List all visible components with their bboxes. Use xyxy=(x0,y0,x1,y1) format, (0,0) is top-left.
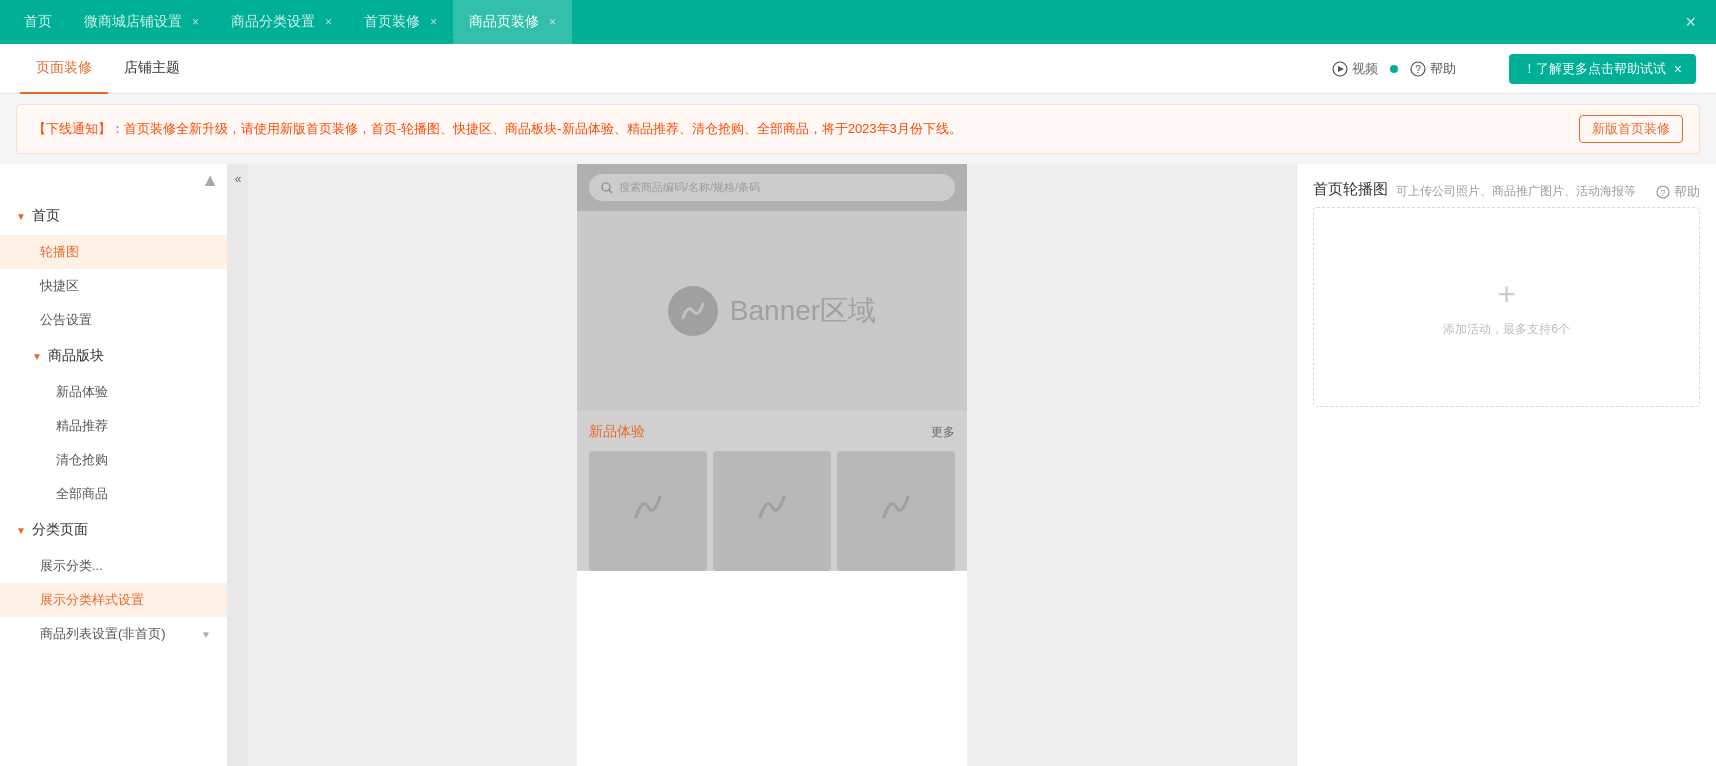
tab-store-theme[interactable]: 店铺主题 xyxy=(108,44,196,94)
collapse-left-icon: « xyxy=(235,172,242,186)
close-store-settings-icon[interactable]: × xyxy=(192,15,199,29)
product-icon-1 xyxy=(628,487,668,536)
global-close-button[interactable]: × xyxy=(1673,12,1708,33)
close-home-decoration-icon[interactable]: × xyxy=(430,15,437,29)
top-navigation: 首页 微商城店铺设置 × 商品分类设置 × 首页装修 × 商品页装修 × × xyxy=(0,0,1716,44)
banner-area-text: Banner区域 xyxy=(730,292,876,330)
preview-search-bar: 搜索商品编码/名称/规格/条码 xyxy=(577,164,967,211)
sidebar-item-show-category[interactable]: 展示分类... xyxy=(0,549,227,583)
left-sidebar: ▲ ▼ 首页 轮播图 快捷区 公告设置 ▼ 商品版块 新品体验 精品推荐 清仓抢… xyxy=(0,164,228,766)
tab-page-decoration[interactable]: 页面装修 xyxy=(20,44,108,94)
sidebar-item-clearance[interactable]: 清仓抢购 xyxy=(0,443,227,477)
banner-logo-icon xyxy=(668,286,718,336)
center-preview: 搜索商品编码/名称/规格/条码 Banner区域 xyxy=(248,164,1296,766)
nav-tab-product-decoration[interactable]: 商品页装修 × xyxy=(453,0,572,44)
product-icon-2 xyxy=(752,487,792,536)
svg-marker-1 xyxy=(1338,66,1344,72)
right-panel-subtitle: 可上传公司照片、商品推广图片、活动海报等 xyxy=(1396,183,1636,200)
nav-tab-category-settings[interactable]: 商品分类设置 × xyxy=(215,0,348,44)
svg-text:?: ? xyxy=(1660,188,1665,198)
new-version-button[interactable]: 新版首页装修 xyxy=(1579,115,1683,143)
sidebar-section-product-label: 商品版块 xyxy=(48,347,104,365)
right-help-button[interactable]: ? 帮助 xyxy=(1656,183,1700,201)
sidebar-item-new-experience[interactable]: 新品体验 xyxy=(0,375,227,409)
video-icon[interactable]: 视频 xyxy=(1332,60,1378,78)
preview-phone: 搜索商品编码/名称/规格/条码 Banner区域 xyxy=(577,164,967,766)
sidebar-collapse-button[interactable]: « xyxy=(228,164,248,766)
sidebar-item-featured[interactable]: 精品推荐 xyxy=(0,409,227,443)
main-content: ▲ ▼ 首页 轮播图 快捷区 公告设置 ▼ 商品版块 新品体验 精品推荐 清仓抢… xyxy=(0,164,1716,766)
sidebar-section-category[interactable]: ▼ 分类页面 xyxy=(0,511,227,549)
help-banner: ！了解更多点击帮助试试 × xyxy=(1509,54,1696,84)
preview-search-input: 搜索商品编码/名称/规格/条码 xyxy=(589,174,955,201)
preview-banner-area: Banner区域 xyxy=(577,211,967,411)
product-icon-3 xyxy=(876,487,916,536)
sidebar-item-notice[interactable]: 公告设置 xyxy=(0,303,227,337)
right-panel-title: 首页轮播图 xyxy=(1313,180,1388,199)
sidebar-section-product-block[interactable]: ▼ 商品版块 xyxy=(0,337,227,375)
arrow-down-icon: ▼ xyxy=(16,211,26,222)
help-link[interactable]: ? 帮助 xyxy=(1410,60,1456,78)
product-item-2 xyxy=(713,451,831,571)
notice-bar: 【下线通知】：首页装修全新升级，请使用新版首页装修，首页-轮播图、快捷区、商品板… xyxy=(16,104,1700,154)
status-dot xyxy=(1390,65,1398,73)
nav-tab-home-decoration[interactable]: 首页装修 × xyxy=(348,0,453,44)
preview-products-section: 新品体验 更多 xyxy=(577,411,967,571)
add-banner-text: 添加活动，最多支持6个 xyxy=(1443,321,1570,338)
close-product-decoration-icon[interactable]: × xyxy=(549,15,556,29)
svg-line-5 xyxy=(609,190,612,193)
section-title: 新品体验 xyxy=(589,423,645,441)
add-banner-button[interactable]: + 添加活动，最多支持6个 xyxy=(1313,207,1700,407)
sidebar-item-product-list[interactable]: 商品列表设置(非首页) ▼ xyxy=(0,617,227,651)
svg-text:?: ? xyxy=(1415,64,1421,75)
nav-tab-store-settings[interactable]: 微商城店铺设置 × xyxy=(68,0,215,44)
add-plus-icon: + xyxy=(1497,276,1516,313)
banner-logo: Banner区域 xyxy=(668,286,876,336)
sidebar-item-shortcut[interactable]: 快捷区 xyxy=(0,269,227,303)
collapse-icon: ▼ xyxy=(201,629,211,640)
sidebar-item-banner[interactable]: 轮播图 xyxy=(0,235,227,269)
close-category-settings-icon[interactable]: × xyxy=(325,15,332,29)
sidebar-section-category-label: 分类页面 xyxy=(32,521,88,539)
arrow-down-product-icon: ▼ xyxy=(32,351,42,362)
preview-product-grid xyxy=(589,451,955,571)
right-panel: 首页轮播图 可上传公司照片、商品推广图片、活动海报等 ? 帮助 + 添加活动，最… xyxy=(1296,164,1716,766)
help-banner-close-icon[interactable]: × xyxy=(1674,61,1682,77)
sidebar-item-all-products[interactable]: 全部商品 xyxy=(0,477,227,511)
help-circle-icon: ? xyxy=(1656,185,1670,199)
sidebar-item-category-style[interactable]: 展示分类样式设置 xyxy=(0,583,227,617)
svg-point-4 xyxy=(602,183,610,191)
sidebar-collapse-up-icon[interactable]: ▲ xyxy=(201,170,219,191)
help-banner-text: ！了解更多点击帮助试试 xyxy=(1523,60,1666,78)
search-icon xyxy=(601,182,613,194)
product-item-1 xyxy=(589,451,707,571)
sidebar-section-home[interactable]: ▼ 首页 xyxy=(0,197,227,235)
sub-tab-bar: 页面装修 店铺主题 视频 ? 帮助 ！了解更多点击帮助试试 × xyxy=(0,44,1716,94)
nav-tab-home[interactable]: 首页 xyxy=(8,0,68,44)
help-icons: 视频 ? 帮助 xyxy=(1332,60,1456,78)
notice-text: 【下线通知】：首页装修全新升级，请使用新版首页装修，首页-轮播图、快捷区、商品板… xyxy=(33,120,1571,138)
sidebar-section-home-label: 首页 xyxy=(32,207,60,225)
arrow-down-category-icon: ▼ xyxy=(16,525,26,536)
product-item-3 xyxy=(837,451,955,571)
section-more: 更多 xyxy=(931,424,955,441)
preview-section-header: 新品体验 更多 xyxy=(589,423,955,441)
